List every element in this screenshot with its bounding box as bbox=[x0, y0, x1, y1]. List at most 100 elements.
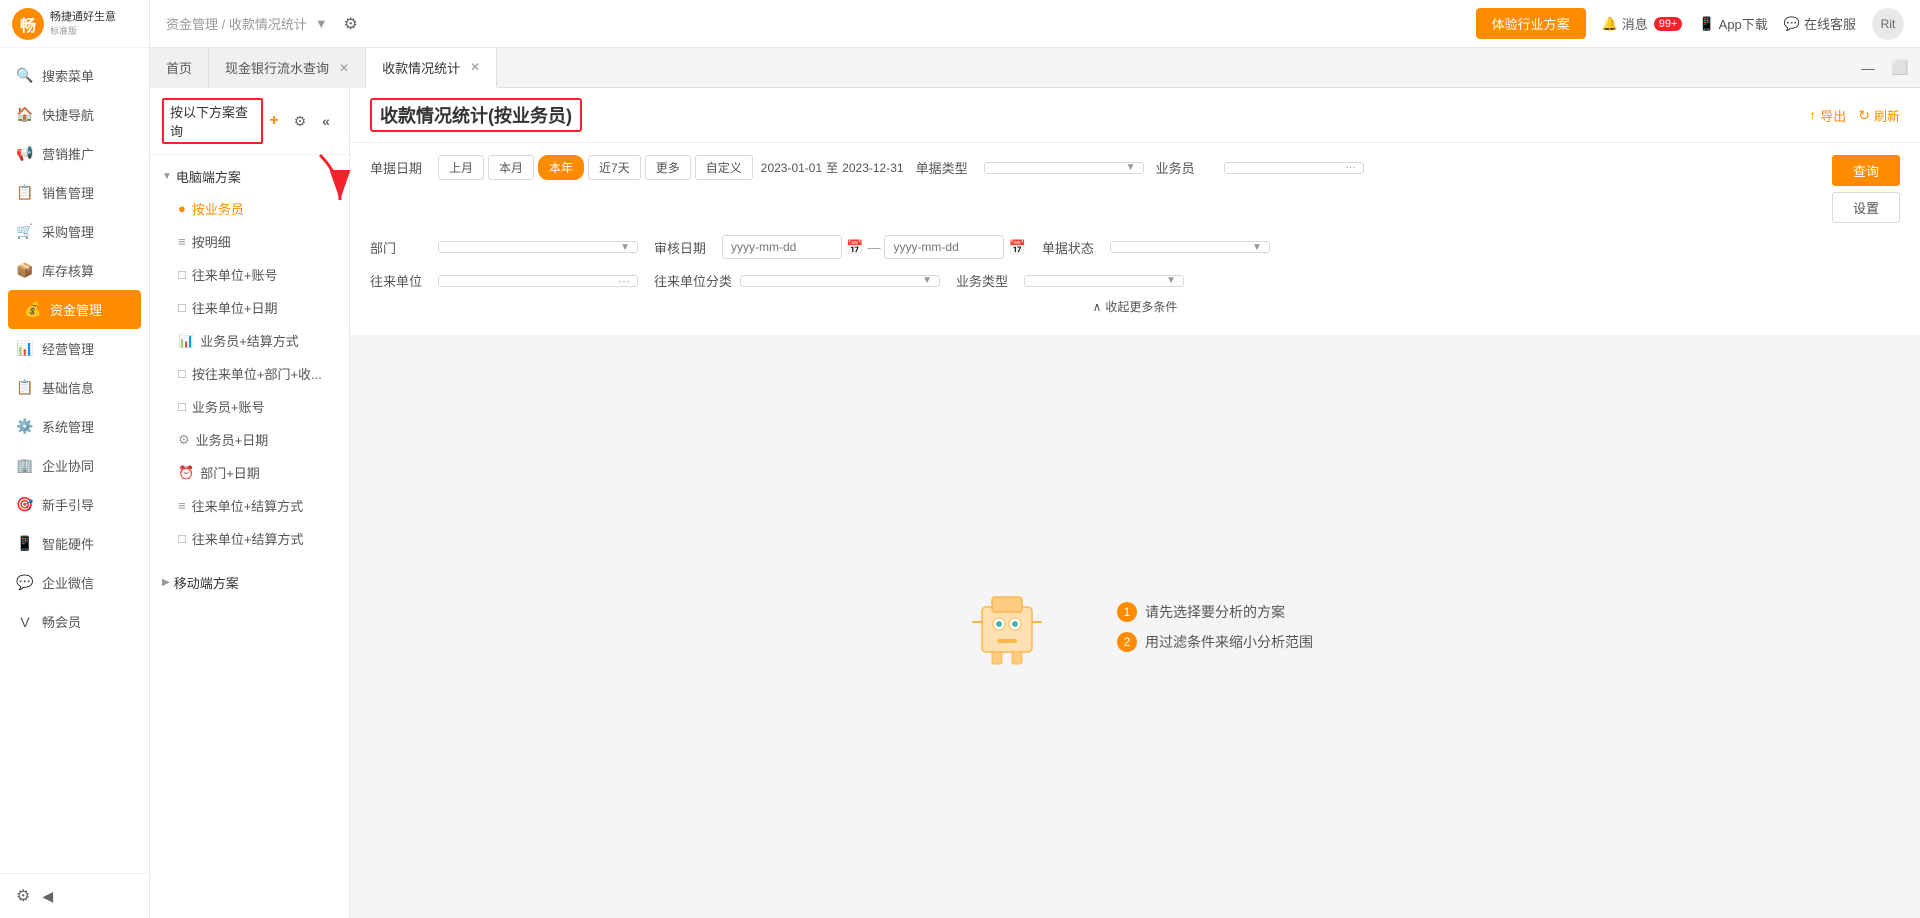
review-date-cal-icon2[interactable]: 📅 bbox=[1008, 239, 1025, 256]
sidebar-item-marketing[interactable]: 📢 营销推广 bbox=[0, 134, 149, 173]
scheme-item-by-unit-date[interactable]: □ 往来单位+日期 bbox=[150, 291, 349, 324]
date-buttons: 上月 本月 本年 近7天 更多 自定义 bbox=[438, 155, 753, 180]
user-avatar[interactable]: Rit bbox=[1872, 8, 1904, 40]
tab-minimize-icon[interactable]: — bbox=[1856, 56, 1880, 80]
sidebar-item-vip[interactable]: V 畅会员 bbox=[0, 602, 149, 641]
date-btn-last-month[interactable]: 上月 bbox=[438, 155, 484, 180]
date-btn-this-year[interactable]: 本年 bbox=[538, 155, 584, 180]
partner-category-label: 往来单位分类 bbox=[654, 271, 732, 290]
partner-label: 往来单位 bbox=[370, 271, 430, 290]
partner-select[interactable] bbox=[438, 275, 638, 287]
sidebar-item-search-menu[interactable]: 🔍 搜索菜单 bbox=[0, 56, 149, 95]
tab-bank-flow-close[interactable]: ✕ bbox=[339, 61, 349, 75]
dept-label: 部门 bbox=[370, 238, 430, 257]
sidebar-item-enterprise[interactable]: 🏢 企业协同 bbox=[0, 446, 149, 485]
sidebar-item-purchase[interactable]: 🛒 采购管理 bbox=[0, 212, 149, 251]
date-btn-more[interactable]: 更多 bbox=[645, 155, 691, 180]
content-area: 按以下方案查询 + ⚙ « ▼ 电脑端方案 ● 按业务员 ≡ bbox=[150, 88, 1920, 918]
app-logo: 畅 畅捷通好生意 标准版 bbox=[0, 0, 149, 48]
collapse-more-row[interactable]: ∧ 收起更多条件 bbox=[370, 290, 1900, 323]
empty-state: 1 请先选择要分析的方案 2 用过滤条件来缩小分析范围 bbox=[957, 577, 1313, 677]
tab-bank-flow[interactable]: 现金银行流水查询 ✕ bbox=[209, 48, 366, 88]
online-service-icon: 💬 bbox=[1784, 16, 1800, 32]
sidebar-item-finance[interactable]: 💰 资金管理 bbox=[8, 290, 141, 329]
trial-button[interactable]: 体验行业方案 bbox=[1476, 8, 1586, 39]
sidebar-item-label: 基础信息 bbox=[42, 378, 94, 397]
search-menu-icon: 🔍 bbox=[16, 67, 34, 84]
salesperson-label: 业务员 bbox=[1156, 158, 1216, 177]
sidebar-item-newbie[interactable]: 🎯 新手引导 bbox=[0, 485, 149, 524]
online-service-button[interactable]: 💬 在线客服 bbox=[1784, 14, 1856, 33]
purchase-icon: 🛒 bbox=[16, 223, 34, 240]
export-label: 导出 bbox=[1820, 106, 1846, 125]
sidebar-item-basic-info[interactable]: 📋 基础信息 bbox=[0, 368, 149, 407]
date-btn-this-month[interactable]: 本月 bbox=[488, 155, 534, 180]
sidebar-item-system[interactable]: ⚙️ 系统管理 bbox=[0, 407, 149, 446]
scheme-collapse-button[interactable]: « bbox=[315, 110, 337, 132]
scheme-item-label: 业务员+结算方式 bbox=[200, 331, 299, 350]
partner-select-wrap: ··· bbox=[438, 275, 638, 287]
scheme-item-by-detail[interactable]: ≡ 按明细 bbox=[150, 225, 349, 258]
review-date-label: 审核日期 bbox=[654, 238, 714, 257]
review-date-end-input[interactable] bbox=[884, 235, 1004, 259]
partner-category-select[interactable] bbox=[740, 275, 940, 287]
scheme-item-by-unit-settlement2[interactable]: □ 往来单位+结算方式 bbox=[150, 522, 349, 555]
scheme-item-by-unit-settlement1[interactable]: ≡ 往来单位+结算方式 bbox=[150, 489, 349, 522]
sales-icon: 📋 bbox=[16, 184, 34, 201]
settings-button[interactable]: 设置 bbox=[1832, 192, 1900, 223]
tab-collection-stats-close[interactable]: ✕ bbox=[470, 60, 480, 74]
sidebar-item-label: 销售管理 bbox=[42, 183, 94, 202]
sidebar-collapse-icon[interactable]: ◀ bbox=[42, 888, 53, 905]
dept-select[interactable] bbox=[438, 241, 638, 253]
voucher-type-select[interactable] bbox=[984, 162, 1144, 174]
date-btn-last-7-days[interactable]: 近7天 bbox=[588, 155, 641, 180]
sidebar-item-label: 智能硬件 bbox=[42, 534, 94, 553]
scheme-group-mobile-header[interactable]: ▶ 移动端方案 bbox=[150, 567, 349, 598]
sidebar-footer: ⚙ ◀ bbox=[0, 873, 149, 918]
sidebar-item-smart-hw[interactable]: 📱 智能硬件 bbox=[0, 524, 149, 563]
review-date-start-input[interactable] bbox=[722, 235, 842, 259]
quick-nav-icon: 🏠 bbox=[16, 106, 34, 123]
scheme-item-by-salesperson[interactable]: ● 按业务员 bbox=[150, 192, 349, 225]
scheme-item-by-salesperson-account[interactable]: □ 业务员+账号 bbox=[150, 390, 349, 423]
tab-bank-flow-label: 现金银行流水查询 bbox=[225, 58, 329, 77]
business-type-select[interactable] bbox=[1024, 275, 1184, 287]
scheme-item-by-dept-date[interactable]: ⏰ 部门+日期 bbox=[150, 456, 349, 489]
sidebar-item-sales[interactable]: 📋 销售管理 bbox=[0, 173, 149, 212]
sidebar-item-label: 资金管理 bbox=[50, 300, 102, 319]
notification-button[interactable]: 🔔 消息 99+ bbox=[1602, 14, 1683, 33]
app-download-button[interactable]: 📱 App下载 bbox=[1698, 14, 1767, 33]
refresh-label: 刷新 bbox=[1874, 106, 1900, 125]
query-button[interactable]: 查询 bbox=[1832, 155, 1900, 186]
export-button[interactable]: ↑ 导出 bbox=[1809, 106, 1846, 125]
scheme-settings-button[interactable]: ⚙ bbox=[289, 110, 311, 132]
sidebar-item-label: 经营管理 bbox=[42, 339, 94, 358]
scheme-add-button[interactable]: + bbox=[263, 110, 285, 132]
breadcrumb-dropdown-icon[interactable]: ▼ bbox=[315, 16, 328, 31]
scheme-panel-title: 按以下方案查询 bbox=[162, 98, 263, 144]
scheme-item-by-unit-account[interactable]: □ 往来单位+账号 bbox=[150, 258, 349, 291]
enterprise-icon: 🏢 bbox=[16, 457, 34, 474]
tab-collection-stats[interactable]: 收款情况统计 ✕ bbox=[366, 48, 497, 88]
tab-home[interactable]: 首页 bbox=[150, 48, 209, 88]
scheme-item-by-unit-dept-collection[interactable]: □ 按往来单位+部门+收... bbox=[150, 357, 349, 390]
sidebar-item-wechat[interactable]: 💬 企业微信 bbox=[0, 563, 149, 602]
review-date-cal-icon[interactable]: 📅 bbox=[846, 239, 863, 256]
by-detail-icon: ≡ bbox=[178, 234, 186, 249]
header-gear-icon[interactable]: ⚙ bbox=[336, 9, 366, 39]
review-date-sep: — bbox=[867, 240, 880, 255]
scheme-item-by-salesperson-settlement[interactable]: 📊 业务员+结算方式 bbox=[150, 324, 349, 357]
tab-maximize-icon[interactable]: ⬜ bbox=[1888, 56, 1912, 80]
salesperson-select[interactable] bbox=[1224, 162, 1364, 174]
sidebar-item-operations[interactable]: 📊 经营管理 bbox=[0, 329, 149, 368]
sidebar-item-inventory[interactable]: 📦 库存核算 bbox=[0, 251, 149, 290]
sidebar-item-quick-nav[interactable]: 🏠 快捷导航 bbox=[0, 95, 149, 134]
refresh-button[interactable]: ↻ 刷新 bbox=[1858, 106, 1900, 125]
scheme-item-by-salesperson-date[interactable]: ⚙ 业务员+日期 bbox=[150, 423, 349, 456]
vip-icon: V bbox=[16, 614, 34, 630]
date-btn-custom[interactable]: 自定义 bbox=[695, 155, 753, 180]
scheme-group-desktop-header[interactable]: ▼ 电脑端方案 bbox=[150, 161, 349, 192]
logo-name: 畅捷通好生意 bbox=[50, 10, 116, 24]
voucher-status-select[interactable] bbox=[1110, 241, 1270, 253]
sidebar-settings-icon[interactable]: ⚙ bbox=[16, 886, 30, 906]
